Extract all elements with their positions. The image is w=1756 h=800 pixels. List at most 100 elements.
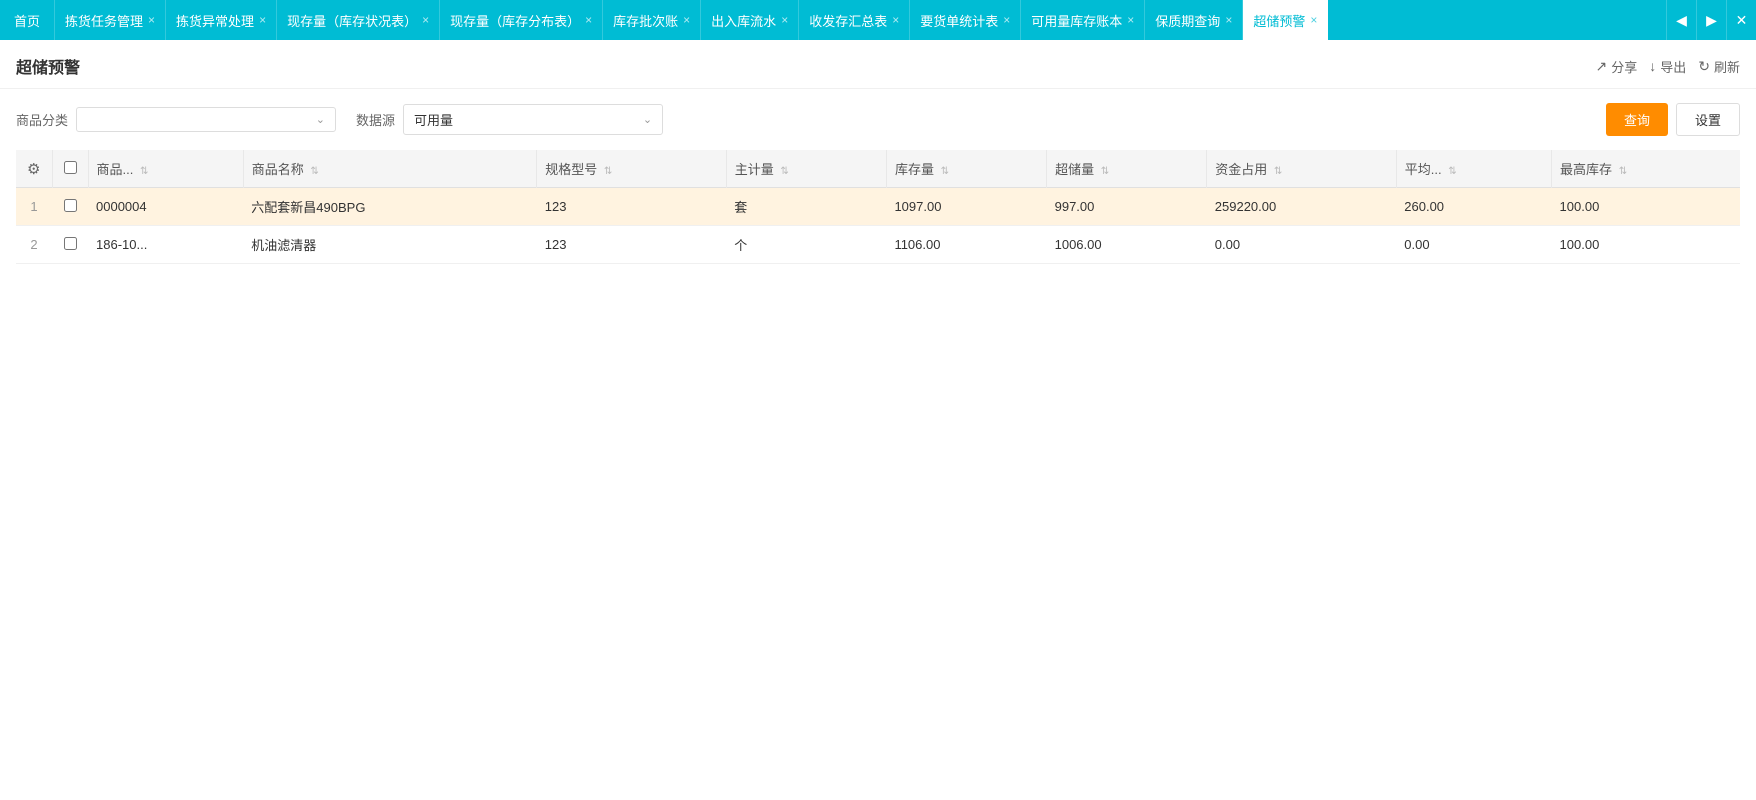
top-navigation: 首页 拣货任务管理 × 拣货异常处理 × 现存量（库存状况表） × 现存量（库存…	[0, 0, 1756, 40]
th-settings: ⚙	[16, 150, 52, 188]
chevron-down-icon-2: ⌄	[643, 113, 652, 126]
row-spec-0: 123	[537, 188, 726, 226]
row-over-1: 1006.00	[1047, 226, 1207, 264]
row-select-0[interactable]	[64, 199, 77, 212]
tab-1[interactable]: 拣货任务管理 ×	[55, 0, 166, 40]
tab-3[interactable]: 现存量（库存状况表） ×	[277, 0, 440, 40]
refresh-icon: ↻	[1698, 58, 1710, 75]
row-max-0: 100.00	[1552, 188, 1740, 226]
settings-button[interactable]: 设置	[1676, 103, 1740, 136]
close-tab-10[interactable]: ×	[1225, 13, 1232, 27]
row-over-0: 997.00	[1047, 188, 1207, 226]
table-header-row: ⚙ 商品... ⇅ 商品名称 ⇅ 规格型号 ⇅	[16, 150, 1740, 188]
close-tab-8[interactable]: ×	[1003, 13, 1010, 27]
row-name-1: 机油滤清器	[243, 226, 537, 264]
category-label: 商品分类	[16, 110, 68, 129]
th-name[interactable]: 商品名称 ⇅	[243, 150, 537, 188]
row-capital-0: 259220.00	[1207, 188, 1396, 226]
th-over[interactable]: 超储量 ⇅	[1047, 150, 1207, 188]
close-tab-6[interactable]: ×	[781, 13, 788, 27]
row-num-0: 1	[16, 188, 52, 226]
share-button[interactable]: ↗ 分享	[1595, 57, 1637, 76]
close-tab-2[interactable]: ×	[259, 13, 266, 27]
close-tab-5[interactable]: ×	[683, 13, 690, 27]
row-select-1[interactable]	[64, 237, 77, 250]
row-num-1: 2	[16, 226, 52, 264]
page-content: 超储预警 ↗ 分享 ↓ 导出 ↻ 刷新 商品分类 ⌄ 数据源	[0, 40, 1756, 800]
sort-icon-name: ⇅	[310, 166, 318, 177]
tab-8[interactable]: 要货单统计表 ×	[910, 0, 1021, 40]
filter-actions: 查询 设置	[1606, 103, 1740, 136]
datasource-select[interactable]: 可用量 ⌄	[403, 104, 663, 135]
page-title: 超储预警	[16, 54, 80, 78]
nav-prev-button[interactable]: ◀	[1666, 0, 1696, 40]
sort-icon-max: ⇅	[1619, 166, 1627, 177]
th-max[interactable]: 最高库存 ⇅	[1552, 150, 1740, 188]
th-unit[interactable]: 主计量 ⇅	[726, 150, 886, 188]
tab-6[interactable]: 出入库流水 ×	[701, 0, 799, 40]
header-actions: ↗ 分享 ↓ 导出 ↻ 刷新	[1595, 57, 1740, 76]
row-checkbox-1	[52, 226, 88, 264]
sort-icon-unit: ⇅	[780, 166, 788, 177]
datasource-value: 可用量	[414, 110, 453, 129]
nav-home[interactable]: 首页	[0, 0, 55, 40]
close-tab-4[interactable]: ×	[585, 13, 592, 27]
category-select[interactable]: ⌄	[76, 107, 336, 132]
select-all-checkbox[interactable]	[64, 161, 77, 174]
th-checkbox	[52, 150, 88, 188]
row-name-0: 六配套新昌490BPG	[243, 188, 537, 226]
datasource-filter-group: 数据源 可用量 ⌄	[356, 104, 663, 135]
table-row: 1 0000004 六配套新昌490BPG 123 套 1097.00 997.…	[16, 188, 1740, 226]
th-code[interactable]: 商品... ⇅	[88, 150, 243, 188]
table-container: ⚙ 商品... ⇅ 商品名称 ⇅ 规格型号 ⇅	[0, 150, 1756, 264]
th-spec[interactable]: 规格型号 ⇅	[537, 150, 726, 188]
tab-7[interactable]: 收发存汇总表 ×	[799, 0, 910, 40]
nav-next-button[interactable]: ▶	[1696, 0, 1726, 40]
datasource-label: 数据源	[356, 110, 395, 129]
row-stock-0: 1097.00	[886, 188, 1046, 226]
row-capital-1: 0.00	[1207, 226, 1396, 264]
nav-close-button[interactable]: ✕	[1726, 0, 1756, 40]
th-avg[interactable]: 平均... ⇅	[1396, 150, 1551, 188]
sort-icon-stock: ⇅	[941, 166, 949, 177]
row-checkbox-0	[52, 188, 88, 226]
filter-row: 商品分类 ⌄ 数据源 可用量 ⌄ 查询 设置	[0, 89, 1756, 150]
chevron-down-icon: ⌄	[316, 113, 325, 126]
close-tab-9[interactable]: ×	[1127, 13, 1134, 27]
page-header: 超储预警 ↗ 分享 ↓ 导出 ↻ 刷新	[0, 40, 1756, 89]
gear-icon[interactable]: ⚙	[27, 161, 40, 178]
table-row: 2 186-10... 机油滤清器 123 个 1106.00 1006.00 …	[16, 226, 1740, 264]
tab-5[interactable]: 库存批次账 ×	[603, 0, 701, 40]
row-spec-1: 123	[537, 226, 726, 264]
sort-icon-code: ⇅	[140, 166, 148, 177]
row-avg-1: 0.00	[1396, 226, 1551, 264]
tab-11[interactable]: 超储预警 ×	[1243, 0, 1328, 40]
tab-4[interactable]: 现存量（库存分布表） ×	[440, 0, 603, 40]
refresh-button[interactable]: ↻ 刷新	[1698, 57, 1740, 76]
tab-2[interactable]: 拣货异常处理 ×	[166, 0, 277, 40]
sort-icon-spec: ⇅	[604, 166, 612, 177]
share-icon: ↗	[1595, 58, 1607, 75]
tab-9[interactable]: 可用量库存账本 ×	[1021, 0, 1145, 40]
export-button[interactable]: ↓ 导出	[1649, 57, 1686, 76]
close-tab-1[interactable]: ×	[148, 13, 155, 27]
query-button[interactable]: 查询	[1606, 103, 1668, 136]
row-unit-1: 个	[726, 226, 886, 264]
close-tab-7[interactable]: ×	[892, 13, 899, 27]
th-stock[interactable]: 库存量 ⇅	[886, 150, 1046, 188]
row-unit-0: 套	[726, 188, 886, 226]
data-table: ⚙ 商品... ⇅ 商品名称 ⇅ 规格型号 ⇅	[16, 150, 1740, 264]
row-code-0: 0000004	[88, 188, 243, 226]
row-max-1: 100.00	[1552, 226, 1740, 264]
tab-10[interactable]: 保质期查询 ×	[1145, 0, 1243, 40]
row-code-1: 186-10...	[88, 226, 243, 264]
th-capital[interactable]: 资金占用 ⇅	[1207, 150, 1396, 188]
nav-arrows: ◀ ▶ ✕	[1666, 0, 1756, 40]
sort-icon-avg: ⇅	[1448, 166, 1456, 177]
sort-icon-over: ⇅	[1101, 166, 1109, 177]
export-icon: ↓	[1649, 58, 1656, 74]
close-tab-3[interactable]: ×	[422, 13, 429, 27]
category-filter-group: 商品分类 ⌄	[16, 107, 336, 132]
close-tab-11[interactable]: ×	[1310, 13, 1317, 27]
sort-icon-capital: ⇅	[1274, 166, 1282, 177]
